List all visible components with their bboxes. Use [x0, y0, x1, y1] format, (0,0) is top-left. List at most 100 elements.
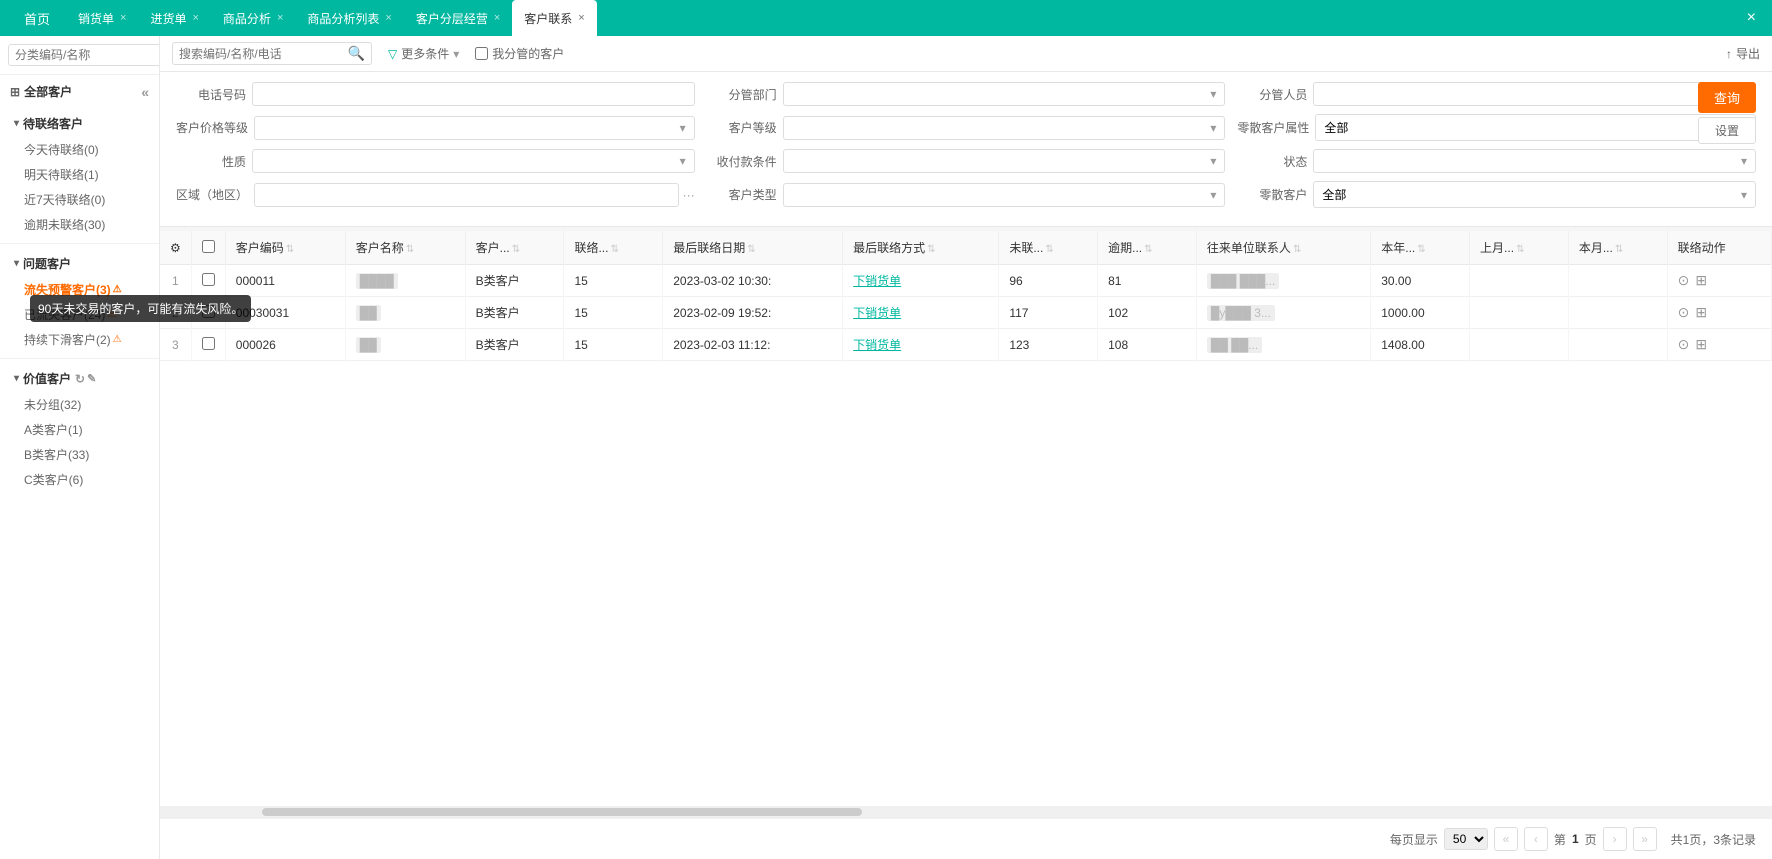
sort-icon-name[interactable]: ⇅	[406, 244, 414, 255]
page-next-button[interactable]: ›	[1603, 827, 1627, 851]
settings-button[interactable]: 设置	[1698, 117, 1756, 144]
sidebar-item-7days[interactable]: 近7天待联络(0)	[0, 187, 159, 212]
scroll-thumb[interactable]	[262, 808, 862, 816]
row3-grid-action-icon[interactable]: ⊞	[1695, 336, 1707, 353]
phone-input[interactable]	[252, 82, 695, 106]
region-input[interactable]	[254, 183, 679, 207]
row1-checkbox-input[interactable]	[202, 273, 215, 286]
sidebar-item-class-a[interactable]: A类客户(1)	[0, 417, 159, 442]
dept-select[interactable]: ▾	[783, 82, 1226, 106]
nav-tab-purchase[interactable]: 进货单 ×	[138, 0, 210, 36]
person-input[interactable]	[1313, 82, 1740, 106]
per-page-select[interactable]: 50	[1444, 828, 1488, 850]
sidebar-group-value-title[interactable]: ▾ 价值客户 ↻ ✎	[0, 365, 159, 392]
sidebar-item-class-c[interactable]: C类客户(6)	[0, 467, 159, 492]
row3-link-action-icon[interactable]: ⊙	[1678, 336, 1690, 353]
export-button[interactable]: ↑ 导出	[1726, 45, 1760, 62]
more-conditions-button[interactable]: ▽ 更多条件 ▾	[380, 42, 467, 65]
sort-icon-year[interactable]: ⇅	[1417, 244, 1425, 255]
row3-checkbox-input[interactable]	[202, 337, 215, 350]
row2-unit: █y███ 3...	[1196, 297, 1370, 329]
th-this-month: 本月...⇅	[1568, 231, 1667, 265]
payment-select[interactable]: ▾	[783, 149, 1226, 173]
nature-select[interactable]: ▾	[252, 149, 695, 173]
nav-tab-sales[interactable]: 销货单 ×	[66, 0, 138, 36]
row1-link-action-icon[interactable]: ⊙	[1678, 272, 1690, 289]
sidebar-all-customers[interactable]: ⊞ 全部客户 «	[0, 75, 159, 108]
horizontal-scrollbar[interactable]	[160, 806, 1772, 818]
sidebar-item-class-b[interactable]: B类客户(33)	[0, 442, 159, 467]
close-tab-analysis-list[interactable]: ×	[385, 12, 391, 24]
sort-icon-last-way[interactable]: ⇅	[927, 244, 935, 255]
close-tab-analysis[interactable]: ×	[277, 12, 283, 24]
status-select[interactable]: ▾	[1313, 149, 1756, 173]
customer-type-select[interactable]: ▾	[783, 183, 1226, 207]
customer-tier-label: 客户等级	[707, 119, 777, 136]
sidebar-item-today[interactable]: 今天待联络(0)	[0, 137, 159, 162]
toolbar-search-input[interactable]	[179, 47, 348, 61]
row1-year: 30.00	[1371, 265, 1470, 297]
status-arrow-icon: ▾	[1741, 154, 1747, 168]
row2-grid-action-icon[interactable]: ⊞	[1695, 304, 1707, 321]
my-customer-checkbox-input[interactable]	[475, 47, 488, 60]
row2-way-link[interactable]: 下销货单	[853, 306, 901, 320]
th-settings[interactable]: ⚙	[160, 231, 191, 265]
close-tab-customer-contact[interactable]: ×	[578, 12, 584, 24]
nav-tab-customer-contact[interactable]: 客户联系 ×	[512, 0, 596, 36]
row2-link-action-icon[interactable]: ⊙	[1678, 304, 1690, 321]
query-button[interactable]: 查询	[1698, 82, 1756, 113]
nav-tab-customer-tier[interactable]: 客户分层经营 ×	[404, 0, 512, 36]
th-checkbox[interactable]	[191, 231, 225, 265]
pending-group-label: 待联络客户	[23, 115, 83, 132]
page-first-button[interactable]: «	[1494, 827, 1518, 851]
sidebar-group-problem-title[interactable]: ▾ 问题客户	[0, 250, 159, 277]
row3-action-icons: ⊙ ⊞	[1678, 336, 1761, 353]
row3-way[interactable]: 下销货单	[843, 329, 999, 361]
nav-tab-analysis-list[interactable]: 商品分析列表 ×	[295, 0, 403, 36]
sidebar-group-pending-title[interactable]: ▾ 待联络客户	[0, 110, 159, 137]
sidebar-collapse-button[interactable]: «	[141, 84, 149, 100]
nav-tab-analysis[interactable]: 商品分析 ×	[211, 0, 295, 36]
sort-icon-overdue[interactable]: ⇅	[1144, 244, 1152, 255]
sidebar-search-input[interactable]	[8, 44, 160, 66]
row3-way-link[interactable]: 下销货单	[853, 338, 901, 352]
sort-icon-thismonth[interactable]: ⇅	[1615, 244, 1623, 255]
sort-icon-not-contact[interactable]: ⇅	[1045, 244, 1053, 255]
row3-checkbox[interactable]	[191, 329, 225, 361]
retail-attr-value: 全部	[1324, 119, 1348, 136]
sort-icon-code[interactable]: ⇅	[286, 244, 294, 255]
customer-tier-select[interactable]: ▾	[783, 116, 1226, 140]
sidebar-item-declining[interactable]: 持续下滑客户(2) ⚠	[0, 327, 159, 352]
retail-attr-select[interactable]: 全部 ▾	[1315, 114, 1756, 141]
sort-icon-last-date[interactable]: ⇅	[747, 244, 755, 255]
sort-icon-unit[interactable]: ⇅	[1293, 244, 1301, 255]
nav-home[interactable]: 首页	[8, 9, 66, 28]
page-last-button[interactable]: »	[1633, 827, 1657, 851]
row1-way-link[interactable]: 下销货单	[853, 274, 901, 288]
row2-way[interactable]: 下销货单	[843, 297, 999, 329]
page-prev-button[interactable]: ‹	[1524, 827, 1548, 851]
sidebar-item-overdue[interactable]: 逾期未联络(30)	[0, 212, 159, 237]
price-tier-select[interactable]: ▾	[254, 116, 695, 140]
toolbar-search-icon[interactable]: 🔍	[348, 45, 365, 62]
table-container[interactable]: ⚙ 客户编码⇅ 客户名称⇅ 客户...⇅ 联络...⇅ 最后联络日期⇅ 最后联络…	[160, 231, 1772, 806]
row1-grid-action-icon[interactable]: ⊞	[1695, 272, 1707, 289]
row1-checkbox[interactable]	[191, 265, 225, 297]
edit-icon[interactable]: ✎	[87, 372, 96, 385]
sidebar-item-tomorrow[interactable]: 明天待联络(1)	[0, 162, 159, 187]
refresh-icon[interactable]: ↻	[75, 372, 85, 386]
row1-way[interactable]: 下销货单	[843, 265, 999, 297]
retail-select[interactable]: 全部 ▾	[1313, 181, 1756, 208]
region-dots[interactable]: ···	[683, 188, 695, 202]
sort-icon-lastmonth[interactable]: ⇅	[1516, 244, 1524, 255]
close-tab-customer-tier[interactable]: ×	[494, 12, 500, 24]
sort-icon-contact[interactable]: ⇅	[610, 244, 618, 255]
select-all-checkbox[interactable]	[202, 240, 215, 253]
window-close-button[interactable]: ×	[1739, 9, 1764, 27]
close-tab-sales[interactable]: ×	[120, 12, 126, 24]
close-tab-purchase[interactable]: ×	[192, 12, 198, 24]
sidebar-item-ungrouped[interactable]: 未分组(32)	[0, 392, 159, 417]
my-customer-checkbox[interactable]: 我分管的客户	[475, 45, 564, 62]
row1-contact: 15	[564, 265, 663, 297]
sort-icon-tier[interactable]: ⇅	[512, 244, 520, 255]
